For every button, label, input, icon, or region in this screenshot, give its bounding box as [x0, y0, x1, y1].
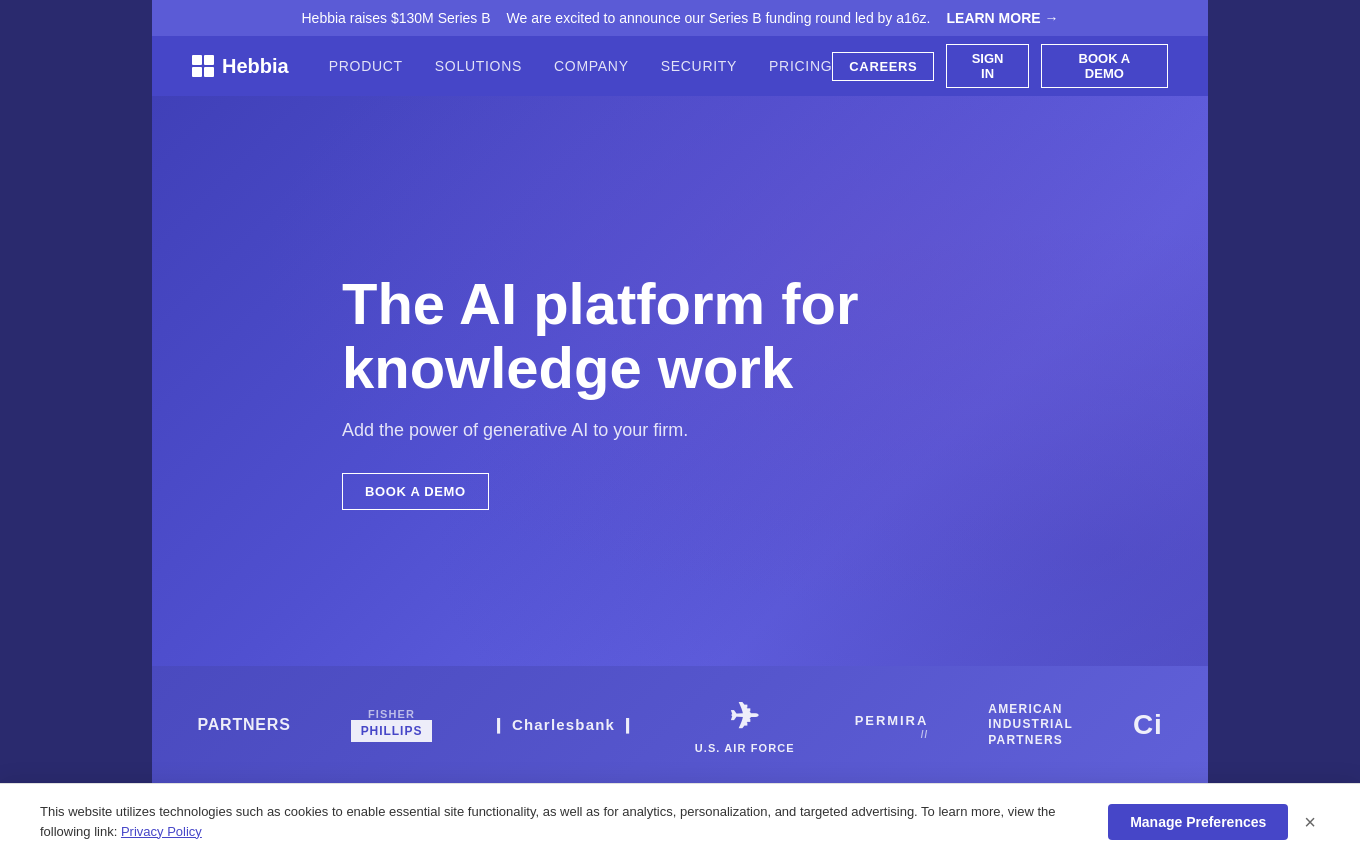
close-cookie-button[interactable]: × — [1300, 808, 1320, 836]
nav-logo[interactable]: Hebbia — [192, 55, 289, 78]
left-panel — [0, 0, 152, 784]
logo-text: Hebbia — [222, 55, 289, 78]
nav-link-solutions[interactable]: SOLUTIONS — [435, 58, 522, 74]
announcement-bar: Hebbia raises $130M Series B We are exci… — [152, 0, 1208, 36]
logo-icon — [192, 55, 214, 77]
logo-aip: AMERICAN INDUSTRIAL PARTNERS — [988, 702, 1073, 749]
hero-subtext: Add the power of generative AI to your f… — [342, 420, 942, 441]
airforce-wings-icon: ✈ — [729, 696, 760, 738]
nav-link-company[interactable]: COMPANY — [554, 58, 629, 74]
cookie-banner: This website utilizes technologies such … — [0, 783, 1360, 859]
main-content: Hebbia raises $130M Series B We are exci… — [152, 0, 1208, 784]
logos-section: PARTNERS FISHER PHILLIPS ❙ Charlesbank ❙… — [152, 666, 1208, 784]
logo-partners: PARTNERS — [197, 716, 290, 734]
hero-section: The AI platform for knowledge work Add t… — [152, 96, 1208, 666]
manage-preferences-button[interactable]: Manage Preferences — [1108, 804, 1288, 840]
logo-fisher-phillips: FISHER PHILLIPS — [351, 708, 433, 742]
nav-item-product[interactable]: PRODUCT — [329, 57, 403, 75]
right-panel — [1208, 0, 1360, 784]
book-demo-nav-button[interactable]: BOOK A DEMO — [1041, 44, 1168, 88]
signin-button[interactable]: SIGN IN — [946, 44, 1028, 88]
nav-item-pricing[interactable]: PRICING — [769, 57, 832, 75]
announcement-title: Hebbia raises $130M Series B — [301, 10, 490, 26]
logo-permira: PERMIRA // — [855, 711, 929, 740]
learn-more-link[interactable]: LEARN MORE → — [947, 10, 1059, 26]
nav-item-security[interactable]: SECURITY — [661, 57, 737, 75]
logo-usairforce: ✈ U.S. AIR FORCE — [695, 696, 795, 754]
nav-actions: CAREERS SIGN IN BOOK A DEMO — [832, 44, 1168, 88]
hero-headline: The AI platform for knowledge work — [342, 272, 942, 400]
hero-headline-line2: knowledge work — [342, 335, 793, 400]
main-nav: Hebbia PRODUCT SOLUTIONS COMPANY — [152, 36, 1208, 96]
cookie-text: This website utilizes technologies such … — [40, 802, 1088, 841]
book-demo-hero-button[interactable]: BOOK A DEMO — [342, 473, 489, 510]
logo-charlesbank: ❙ Charlesbank ❙ — [492, 716, 634, 734]
logo-ci: Ci — [1133, 709, 1163, 741]
cookie-actions: Manage Preferences × — [1108, 804, 1320, 840]
privacy-policy-link[interactable]: Privacy Policy — [121, 824, 202, 839]
nav-links: PRODUCT SOLUTIONS COMPANY SECURITY — [329, 57, 833, 75]
nav-link-security[interactable]: SECURITY — [661, 58, 737, 74]
nav-item-solutions[interactable]: SOLUTIONS — [435, 57, 522, 75]
announcement-description: We are excited to announce our Series B … — [507, 10, 931, 26]
nav-link-product[interactable]: PRODUCT — [329, 58, 403, 74]
careers-button[interactable]: CAREERS — [832, 52, 934, 81]
nav-item-company[interactable]: COMPANY — [554, 57, 629, 75]
nav-link-pricing[interactable]: PRICING — [769, 58, 832, 74]
hero-content: The AI platform for knowledge work Add t… — [342, 272, 942, 510]
hero-headline-line1: The AI platform for — [342, 271, 859, 336]
